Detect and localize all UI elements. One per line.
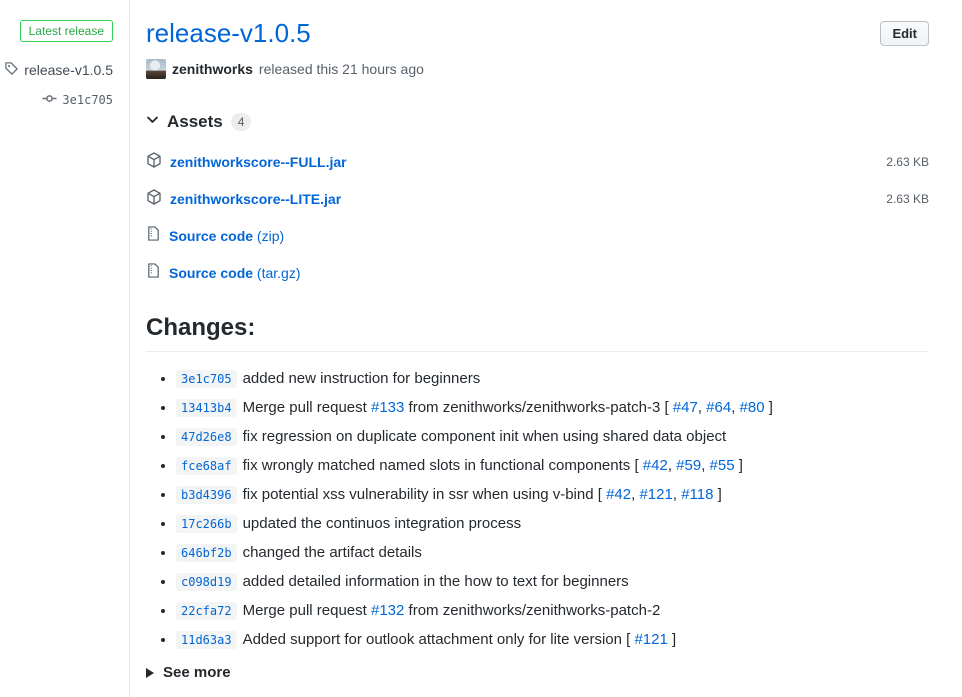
release-byline: zenithworks released this 21 hours ago xyxy=(146,59,929,79)
release-sidebar: Latest release release-v1.0.5 3e1c705 xyxy=(0,0,130,697)
change-text: ] xyxy=(765,399,773,416)
issue-link[interactable]: #118 xyxy=(681,486,713,503)
issue-link[interactable]: #64 xyxy=(706,399,731,416)
change-text: ] xyxy=(668,631,676,648)
assets-heading: Assets xyxy=(167,112,223,132)
change-item: 11d63a3 Added support for outlook attachm… xyxy=(176,629,929,651)
change-text: from zenithworks/zenithworks-patch-3 [ xyxy=(404,399,672,416)
commit-hash-link[interactable]: 3e1c705 xyxy=(176,370,237,388)
change-text: , xyxy=(701,457,709,474)
change-text: , xyxy=(673,486,681,503)
change-text: ] xyxy=(735,457,743,474)
issue-link[interactable]: #80 xyxy=(740,399,765,416)
change-text: added new instruction for beginners xyxy=(243,370,481,387)
commit-hash-link[interactable]: fce68af xyxy=(176,457,237,475)
assets-count-badge: 4 xyxy=(231,113,252,131)
issue-link[interactable]: #121 xyxy=(634,631,667,648)
changes-list: 3e1c705 added new instruction for beginne… xyxy=(146,368,929,651)
commit-hash-link[interactable]: 11d63a3 xyxy=(176,631,237,649)
change-text: added detailed information in the how to… xyxy=(243,573,629,590)
asset-row: Source code (tar.gz) xyxy=(146,265,929,281)
chevron-down-icon xyxy=(146,113,159,131)
issue-link[interactable]: #133 xyxy=(371,399,404,416)
change-text: from zenithworks/zenithworks-patch-2 xyxy=(404,602,660,619)
change-text: , xyxy=(698,399,706,416)
change-text: Added support for outlook attachment onl… xyxy=(243,631,635,648)
asset-link-suffix: (zip) xyxy=(253,228,284,244)
change-item: 13413b4 Merge pull request #133 from zeni… xyxy=(176,397,929,419)
change-text: ] xyxy=(713,486,721,503)
release-tag-row: release-v1.0.5 xyxy=(0,61,113,79)
change-text: fix wrongly matched named slots in funct… xyxy=(243,457,643,474)
changes-heading: Changes: xyxy=(146,314,929,352)
author-name[interactable]: zenithworks xyxy=(172,61,253,77)
change-item: 3e1c705 added new instruction for beginne… xyxy=(176,368,929,390)
commit-hash-link[interactable]: c098d19 xyxy=(176,573,237,591)
avatar[interactable] xyxy=(146,59,166,79)
asset-link[interactable]: zenithworkscore--FULL.jar xyxy=(170,154,347,170)
release-commit-row[interactable]: 3e1c705 xyxy=(0,91,113,109)
issue-link[interactable]: #121 xyxy=(639,486,672,503)
issue-link[interactable]: #42 xyxy=(643,457,668,474)
triangle-right-icon xyxy=(146,668,154,678)
change-item: 646bf2b changed the artifact details xyxy=(176,542,929,564)
issue-link[interactable]: #132 xyxy=(371,602,404,619)
release-time-text: released this 21 hours ago xyxy=(259,61,424,77)
change-text: , xyxy=(668,457,676,474)
change-item: 22cfa72 Merge pull request #132 from zeni… xyxy=(176,600,929,622)
issue-link[interactable]: #42 xyxy=(606,486,631,503)
asset-size: 2.63 KB xyxy=(886,155,929,169)
see-more-toggle[interactable]: See more xyxy=(146,664,929,681)
package-icon xyxy=(146,189,170,210)
see-more-label: See more xyxy=(163,664,231,681)
asset-row: zenithworkscore--FULL.jar 2.63 KB xyxy=(146,154,929,170)
change-item: c098d19 added detailed information in the… xyxy=(176,571,929,593)
edit-button[interactable]: Edit xyxy=(880,21,929,46)
change-text: updated the continuos integration proces… xyxy=(243,515,522,532)
change-item: fce68af fix wrongly matched named slots i… xyxy=(176,455,929,477)
asset-link-suffix: (tar.gz) xyxy=(253,265,300,281)
change-item: b3d4396 fix potential xss vulnerability i… xyxy=(176,484,929,506)
commit-hash-link[interactable]: 17c266b xyxy=(176,515,237,533)
commit-hash-link[interactable]: b3d4396 xyxy=(176,486,237,504)
change-item: 17c266b updated the continuos integration… xyxy=(176,513,929,535)
change-text: fix potential xss vulnerability in ssr w… xyxy=(243,486,607,503)
change-text: Merge pull request xyxy=(243,602,371,619)
asset-size: 2.63 KB xyxy=(886,192,929,206)
file-zip-icon xyxy=(146,226,169,246)
change-text: Merge pull request xyxy=(243,399,371,416)
assets-toggle[interactable]: Assets 4 xyxy=(146,112,929,132)
asset-link[interactable]: Source code (tar.gz) xyxy=(169,265,301,281)
release-main: release-v1.0.5 Edit zenithworks released… xyxy=(130,0,962,697)
latest-release-badge: Latest release xyxy=(20,20,113,42)
issue-link[interactable]: #59 xyxy=(676,457,701,474)
asset-list: zenithworkscore--FULL.jar2.63 KBzenithwo… xyxy=(146,154,929,281)
issue-link[interactable]: #55 xyxy=(710,457,735,474)
commit-hash-link[interactable]: 47d26e8 xyxy=(176,428,237,446)
asset-link[interactable]: Source code (zip) xyxy=(169,228,284,244)
asset-row: Source code (zip) xyxy=(146,228,929,244)
asset-link[interactable]: zenithworkscore--LITE.jar xyxy=(170,191,341,207)
release-title: release-v1.0.5 xyxy=(146,16,311,50)
release-tag-label: release-v1.0.5 xyxy=(24,62,113,78)
package-icon xyxy=(146,152,170,173)
commit-hash-link[interactable]: 646bf2b xyxy=(176,544,237,562)
change-item: 47d26e8 fix regression on duplicate compo… xyxy=(176,426,929,448)
commit-hash-link[interactable]: 13413b4 xyxy=(176,399,237,417)
tag-icon xyxy=(4,61,19,79)
release-commit-label: 3e1c705 xyxy=(62,93,113,107)
git-commit-icon xyxy=(42,91,57,109)
change-text: changed the artifact details xyxy=(243,544,422,561)
asset-row: zenithworkscore--LITE.jar 2.63 KB xyxy=(146,191,929,207)
commit-hash-link[interactable]: 22cfa72 xyxy=(176,602,237,620)
change-text: fix regression on duplicate component in… xyxy=(243,428,727,445)
change-text: , xyxy=(731,399,739,416)
release-page: Latest release release-v1.0.5 3e1c705 xyxy=(0,0,962,697)
issue-link[interactable]: #47 xyxy=(673,399,698,416)
file-zip-icon xyxy=(146,263,169,283)
